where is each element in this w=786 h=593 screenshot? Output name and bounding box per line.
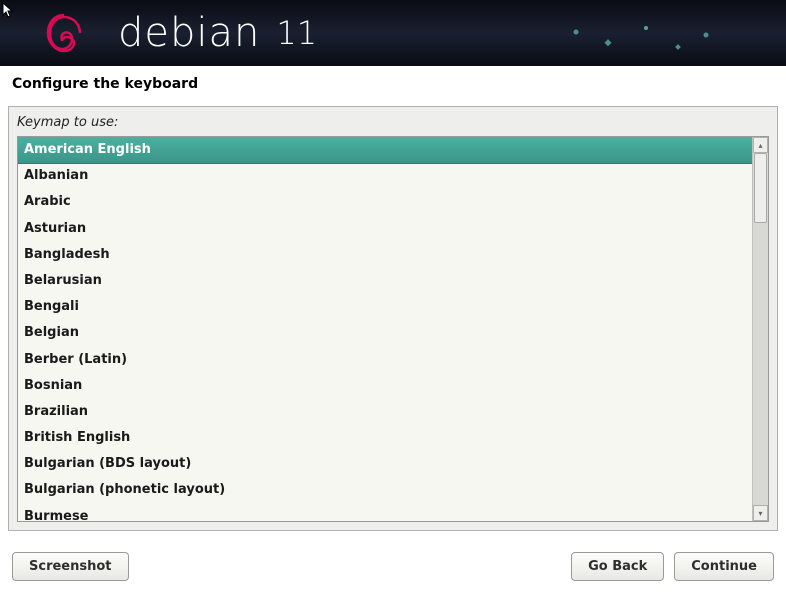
keymap-item[interactable]: Bosnian [18, 373, 752, 399]
keymap-item[interactable]: Belgian [18, 320, 752, 346]
keymap-item[interactable]: Berber (Latin) [18, 347, 752, 373]
page-title: Configure the keyboard [0, 66, 786, 100]
screenshot-button[interactable]: Screenshot [12, 552, 129, 581]
button-bar: Screenshot Go Back Continue [0, 552, 786, 581]
continue-button[interactable]: Continue [674, 552, 774, 581]
go-back-button[interactable]: Go Back [571, 552, 664, 581]
keymap-item[interactable]: Belarusian [18, 268, 752, 294]
scroll-up-button[interactable]: ▴ [753, 137, 768, 153]
keymap-item[interactable]: Bulgarian (phonetic layout) [18, 477, 752, 503]
keymap-item[interactable]: Bengali [18, 294, 752, 320]
brand-name: debian [118, 10, 260, 56]
scroll-down-button[interactable]: ▾ [753, 505, 768, 521]
installer-header: debian 11 [0, 0, 786, 66]
scroll-track[interactable] [753, 153, 768, 505]
keymap-item[interactable]: Arabic [18, 189, 752, 215]
keymap-item[interactable]: American English [18, 137, 752, 164]
keymap-list[interactable]: American EnglishAlbanianArabicAsturianBa… [18, 137, 752, 521]
keymap-item[interactable]: British English [18, 425, 752, 451]
debian-swirl-logo [40, 9, 88, 57]
keymap-item[interactable]: Bulgarian (BDS layout) [18, 451, 752, 477]
keymap-label: Keymap to use: [9, 107, 777, 136]
header-decoration [546, 20, 726, 64]
keymap-item[interactable]: Albanian [18, 163, 752, 189]
content-frame: Keymap to use: American EnglishAlbanianA… [8, 106, 778, 531]
brand-version: 11 [276, 14, 317, 52]
keymap-item[interactable]: Burmese [18, 504, 752, 521]
keymap-item[interactable]: Bangladesh [18, 242, 752, 268]
keymap-item[interactable]: Asturian [18, 216, 752, 242]
scroll-thumb[interactable] [754, 153, 767, 223]
keymap-item[interactable]: Brazilian [18, 399, 752, 425]
scrollbar[interactable]: ▴ ▾ [752, 137, 768, 521]
keymap-list-wrapper: American EnglishAlbanianArabicAsturianBa… [17, 136, 769, 522]
